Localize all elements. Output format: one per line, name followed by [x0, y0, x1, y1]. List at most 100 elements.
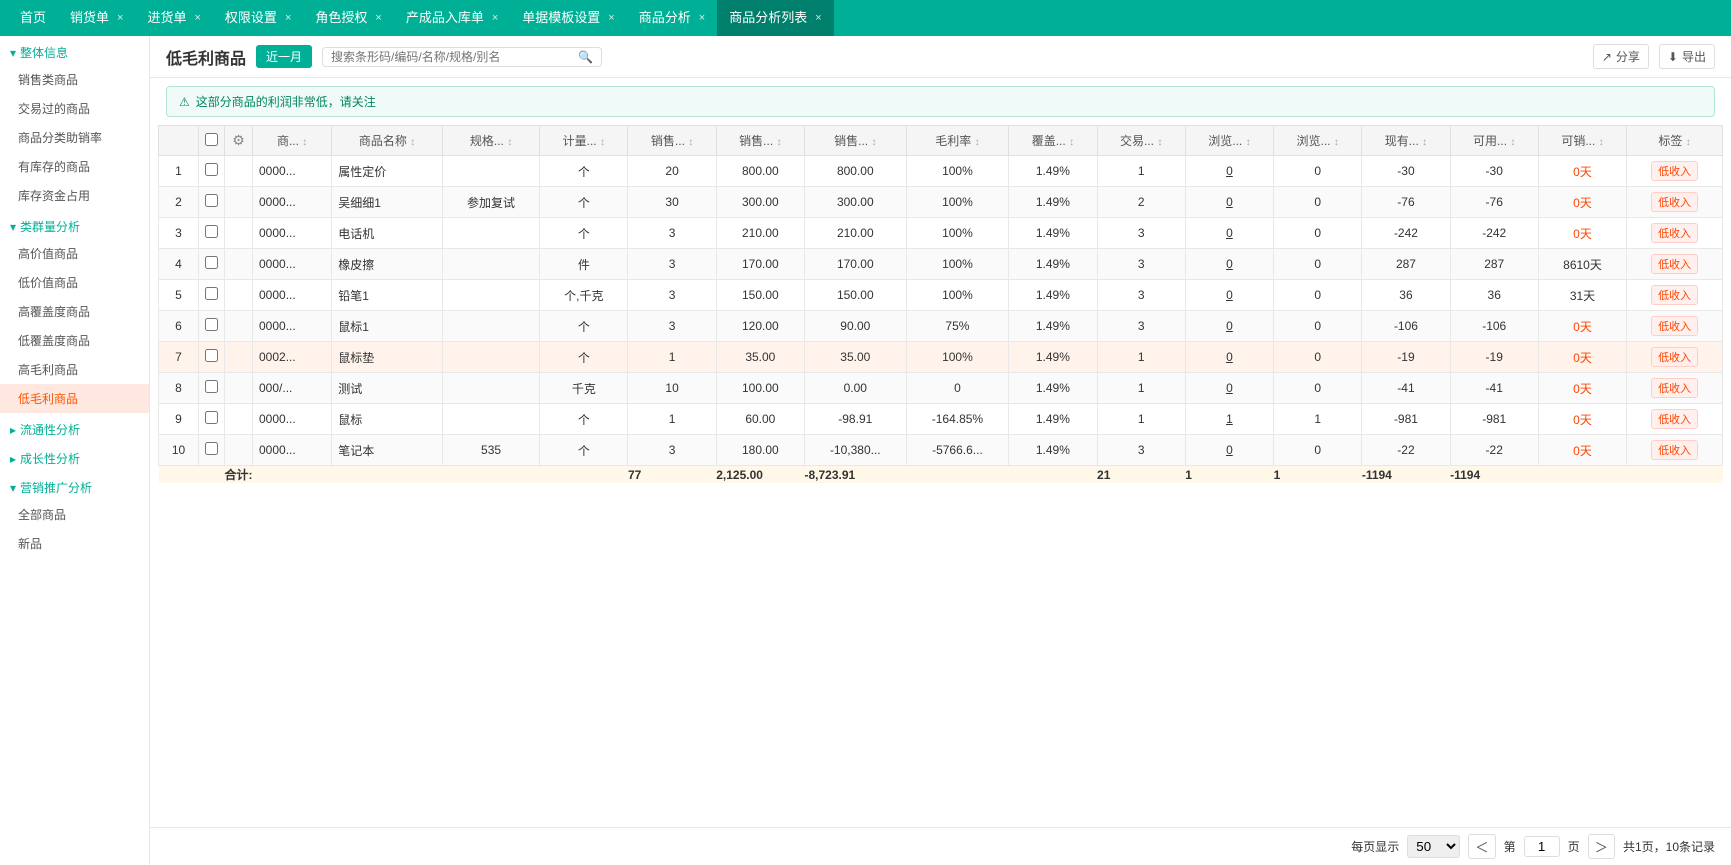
row-checkbox[interactable]: [205, 380, 218, 393]
close-icon[interactable]: ×: [285, 0, 291, 36]
select-all-checkbox[interactable]: [205, 133, 218, 146]
nav-home[interactable]: 首页: [8, 0, 58, 36]
cell-check[interactable]: [199, 404, 225, 435]
sidebar-item-high-value[interactable]: 高价值商品: [0, 239, 149, 268]
col-gross-margin[interactable]: 毛利率 ↕: [906, 126, 1009, 156]
col-settings[interactable]: ⚙: [225, 126, 253, 156]
sidebar-item-sales-products[interactable]: 销售类商品: [0, 65, 149, 94]
nav-sales-order[interactable]: 销货单 ×: [58, 0, 135, 36]
row-checkbox[interactable]: [205, 194, 218, 207]
cell-check[interactable]: [199, 311, 225, 342]
col-available[interactable]: 可用... ↕: [1450, 126, 1538, 156]
cell-browse1[interactable]: 0: [1185, 156, 1273, 187]
cell-name[interactable]: 橡皮擦: [332, 249, 443, 280]
sidebar-item-low-margin[interactable]: 低毛利商品: [0, 384, 149, 413]
sidebar-item-stocked-products[interactable]: 有库存的商品: [0, 152, 149, 181]
close-icon[interactable]: ×: [492, 0, 498, 36]
cell-browse1[interactable]: 0: [1185, 373, 1273, 404]
sidebar-item-new-products[interactable]: 新品: [0, 529, 149, 558]
nav-permission[interactable]: 权限设置 ×: [213, 0, 303, 36]
nav-role-auth[interactable]: 角色授权 ×: [303, 0, 393, 36]
cell-check[interactable]: [199, 218, 225, 249]
export-button[interactable]: ⬇ 导出: [1659, 44, 1715, 69]
cell-check[interactable]: [199, 156, 225, 187]
sidebar-item-all-products[interactable]: 全部商品: [0, 500, 149, 529]
close-icon[interactable]: ×: [608, 0, 614, 36]
close-icon[interactable]: ×: [815, 0, 821, 36]
nav-product-analysis[interactable]: 商品分析 ×: [627, 0, 717, 36]
cell-browse1[interactable]: 0: [1185, 249, 1273, 280]
cell-name[interactable]: 电话机: [332, 218, 443, 249]
page-number-input[interactable]: [1524, 836, 1560, 857]
row-checkbox[interactable]: [205, 256, 218, 269]
cell-browse1[interactable]: 1: [1185, 404, 1273, 435]
prev-page-button[interactable]: ＜: [1468, 834, 1495, 859]
close-icon[interactable]: ×: [117, 0, 123, 36]
col-coverage[interactable]: 覆盖... ↕: [1009, 126, 1097, 156]
cell-name[interactable]: 笔记本: [332, 435, 443, 466]
col-spec[interactable]: 规格... ↕: [442, 126, 539, 156]
sidebar-item-traded-products[interactable]: 交易过的商品: [0, 94, 149, 123]
cell-name[interactable]: 铅笔1: [332, 280, 443, 311]
col-saleable[interactable]: 可销... ↕: [1538, 126, 1626, 156]
col-sales-price[interactable]: 销售... ↕: [716, 126, 804, 156]
col-code[interactable]: 商... ↕: [253, 126, 332, 156]
col-name[interactable]: 商品名称 ↕: [332, 126, 443, 156]
sidebar-group-overall[interactable]: ▾ 整体信息: [0, 36, 149, 65]
sidebar-group-cluster[interactable]: ▾ 类群量分析: [0, 210, 149, 239]
cell-browse1[interactable]: 0: [1185, 311, 1273, 342]
col-current-stock[interactable]: 现有... ↕: [1362, 126, 1450, 156]
close-icon[interactable]: ×: [699, 0, 705, 36]
cell-check[interactable]: [199, 187, 225, 218]
search-input[interactable]: [331, 50, 578, 64]
close-icon[interactable]: ×: [194, 0, 200, 36]
nav-product-analysis-list[interactable]: 商品分析列表 ×: [717, 0, 833, 36]
col-transaction[interactable]: 交易... ↕: [1097, 126, 1185, 156]
row-checkbox[interactable]: [205, 318, 218, 331]
nav-template-settings[interactable]: 单据模板设置 ×: [510, 0, 626, 36]
sidebar-item-category-rate[interactable]: 商品分类助销率: [0, 123, 149, 152]
cell-browse1[interactable]: 0: [1185, 280, 1273, 311]
nav-purchase-order[interactable]: 进货单 ×: [135, 0, 212, 36]
cell-browse1[interactable]: 0: [1185, 218, 1273, 249]
cell-check[interactable]: [199, 249, 225, 280]
sidebar-item-high-margin[interactable]: 高毛利商品: [0, 355, 149, 384]
sidebar-item-low-coverage[interactable]: 低覆盖度商品: [0, 326, 149, 355]
close-icon[interactable]: ×: [375, 0, 381, 36]
col-sales-profit[interactable]: 销售... ↕: [804, 126, 906, 156]
settings-icon[interactable]: ⚙: [232, 132, 245, 148]
next-page-button[interactable]: ＞: [1588, 834, 1615, 859]
col-tag[interactable]: 标签 ↕: [1627, 126, 1723, 156]
cell-name[interactable]: 吴细细1: [332, 187, 443, 218]
cell-name[interactable]: 鼠标1: [332, 311, 443, 342]
search-icon[interactable]: 🔍: [578, 50, 593, 64]
cell-browse1[interactable]: 0: [1185, 342, 1273, 373]
row-checkbox[interactable]: [205, 163, 218, 176]
sidebar-group-marketing[interactable]: ▾ 营销推广分析: [0, 471, 149, 500]
sidebar-group-growth[interactable]: ▸ 成长性分析: [0, 442, 149, 471]
col-unit[interactable]: 计量... ↕: [540, 126, 628, 156]
row-checkbox[interactable]: [205, 442, 218, 455]
row-checkbox[interactable]: [205, 225, 218, 238]
cell-name[interactable]: 属性定价: [332, 156, 443, 187]
cell-name[interactable]: 鼠标: [332, 404, 443, 435]
col-browse2[interactable]: 浏览... ↕: [1274, 126, 1362, 156]
nav-product-warehousing[interactable]: 产成品入库单 ×: [394, 0, 510, 36]
cell-name[interactable]: 鼠标垫: [332, 342, 443, 373]
row-checkbox[interactable]: [205, 411, 218, 424]
sidebar-item-inventory-capital[interactable]: 库存资金占用: [0, 181, 149, 210]
row-checkbox[interactable]: [205, 349, 218, 362]
sidebar-item-high-coverage[interactable]: 高覆盖度商品: [0, 297, 149, 326]
row-checkbox[interactable]: [205, 287, 218, 300]
col-sales-qty[interactable]: 销售... ↕: [628, 126, 716, 156]
col-browse1[interactable]: 浏览... ↕: [1185, 126, 1273, 156]
sidebar-group-circulation[interactable]: ▸ 流通性分析: [0, 413, 149, 442]
cell-check[interactable]: [199, 342, 225, 373]
cell-check[interactable]: [199, 373, 225, 404]
cell-browse1[interactable]: 0: [1185, 435, 1273, 466]
cell-check[interactable]: [199, 280, 225, 311]
sidebar-item-low-value[interactable]: 低价值商品: [0, 268, 149, 297]
cell-name[interactable]: 测试: [332, 373, 443, 404]
cell-browse1[interactable]: 0: [1185, 187, 1273, 218]
share-button[interactable]: ↗ 分享: [1593, 44, 1649, 69]
